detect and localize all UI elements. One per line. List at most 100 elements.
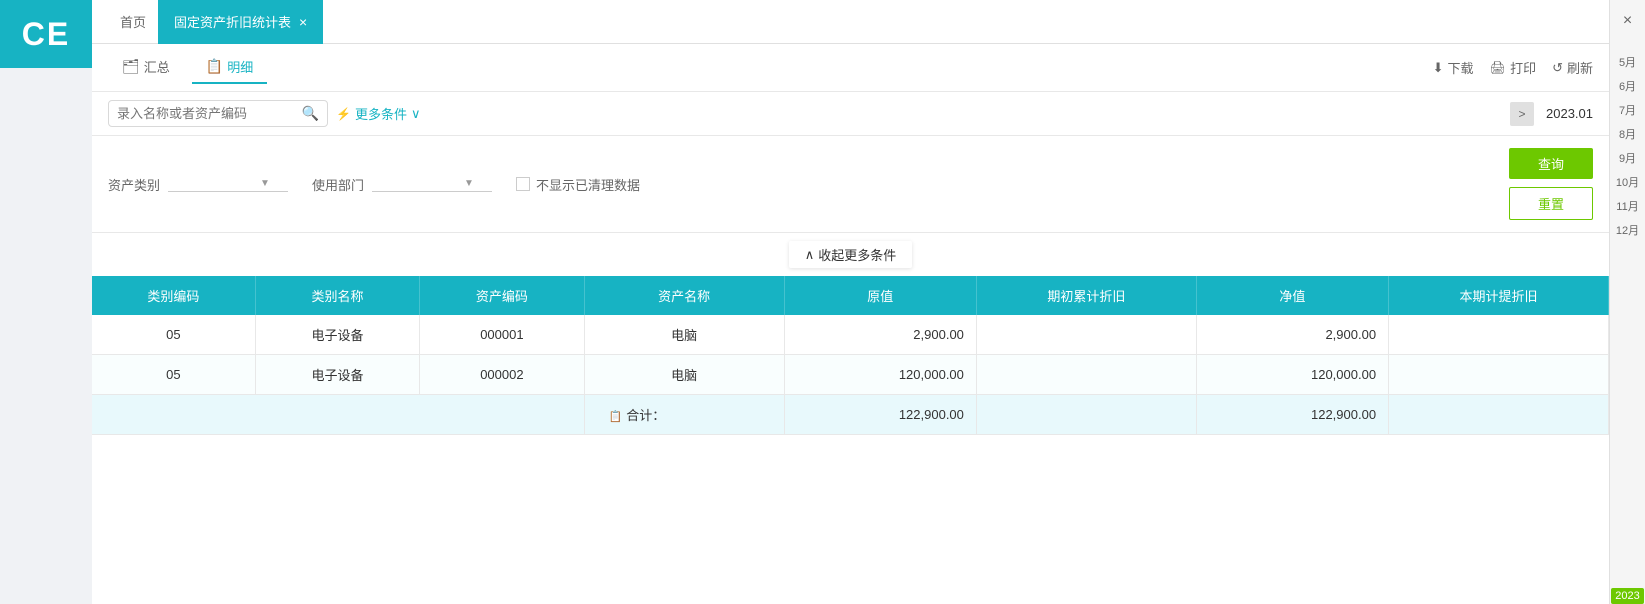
sidebar-month-item[interactable]: 11月 xyxy=(1616,194,1639,218)
cell-net-value: 2,900.00 xyxy=(1196,315,1388,355)
right-sidebar: × 5月6月7月8月9月10月11月12月 2023 xyxy=(1609,0,1645,604)
hide-cleared-label: 不显示已清理数据 xyxy=(536,175,640,194)
reset-button[interactable]: 重置 xyxy=(1509,187,1593,220)
toolbar-tabs: 🗂 汇总 📋 明细 xyxy=(108,51,267,84)
total-net-value: 122,900.00 xyxy=(1196,395,1388,435)
print-label: 打印 xyxy=(1510,58,1536,77)
tab-detail-label: 明细 xyxy=(227,57,253,76)
table-header-row: 类别编码 类别名称 资产编码 资产名称 原值 期初累计折旧 净值 本期计提折旧 xyxy=(92,276,1609,315)
col-net-value: 净值 xyxy=(1196,276,1388,315)
total-row: 📋合计： 122,900.00 122,900.00 xyxy=(92,395,1609,435)
col-category-name: 类别名称 xyxy=(255,276,419,315)
sidebar-month-item[interactable]: 6月 xyxy=(1616,74,1639,98)
tab-detail[interactable]: 📋 明细 xyxy=(192,51,267,84)
date-display: 2023.01 xyxy=(1546,106,1593,121)
chevron-down-icon: ∨ xyxy=(411,106,421,122)
active-tab[interactable]: 固定资产折旧统计表 × xyxy=(158,0,323,44)
total-icon-cell xyxy=(92,395,584,435)
tab-summary[interactable]: 🗂 汇总 xyxy=(108,51,184,84)
query-button[interactable]: 查询 xyxy=(1509,148,1593,179)
search-bar: 🔍 ⚡ 更多条件 ∨ > 2023.01 xyxy=(92,92,1609,136)
total-original-value: 122,900.00 xyxy=(784,395,976,435)
cell-net-value: 120,000.00 xyxy=(1196,355,1388,395)
sidebar-month-item[interactable]: 9月 xyxy=(1616,146,1639,170)
print-action[interactable]: 🖨 打印 xyxy=(1490,58,1537,77)
data-table: 类别编码 类别名称 资产编码 资产名称 原值 期初累计折旧 净值 本期计提折旧 xyxy=(92,276,1609,435)
cell-current-depreciation xyxy=(1389,355,1609,395)
more-conditions-label: 更多条件 xyxy=(355,104,407,123)
col-category-code: 类别编码 xyxy=(92,276,255,315)
table-row: 05 电子设备 000002 电脑 120,000.00 120,000.00 xyxy=(92,355,1609,395)
department-filter: 使用部门 ▼ xyxy=(312,175,492,194)
cell-asset-code: 000002 xyxy=(420,355,584,395)
toolbar: 🗂 汇总 📋 明细 ⬇ 下载 🖨 打印 xyxy=(92,44,1609,92)
asset-type-label: 资产类别 xyxy=(108,175,160,194)
sidebar-month-item[interactable]: 10月 xyxy=(1616,170,1639,194)
filter-buttons: 查询 重置 xyxy=(1509,148,1593,220)
sidebar-month-item[interactable]: 7月 xyxy=(1616,98,1639,122)
logo-area: CE xyxy=(0,0,92,68)
download-label: 下载 xyxy=(1448,58,1474,77)
sidebar-close-icon[interactable]: × xyxy=(1623,0,1632,42)
table-body: 05 电子设备 000001 电脑 2,900.00 2,900.00 05 电… xyxy=(92,315,1609,435)
col-asset-name: 资产名称 xyxy=(584,276,784,315)
top-nav: 首页 固定资产折旧统计表 × xyxy=(92,0,1609,44)
cell-initial-depreciation xyxy=(976,355,1196,395)
total-label: 📋合计： xyxy=(584,395,784,435)
total-current-depreciation xyxy=(1389,395,1609,435)
date-nav-arrow[interactable]: > xyxy=(1510,102,1534,126)
sidebar-month-item[interactable]: 8月 xyxy=(1616,122,1639,146)
sidebar-months: 5月6月7月8月9月10月11月12月 xyxy=(1616,42,1639,584)
nav-home[interactable]: 首页 xyxy=(108,12,158,31)
asset-type-select[interactable]: ▼ xyxy=(168,176,288,192)
filter-panel: 资产类别 ▼ 使用部门 ▼ xyxy=(92,136,1609,233)
collapse-row: ∧ 收起更多条件 xyxy=(92,233,1609,276)
cell-asset-name: 电脑 xyxy=(584,355,784,395)
sidebar-month-item[interactable]: 5月 xyxy=(1616,50,1639,74)
col-current-depreciation: 本期计提折旧 xyxy=(1389,276,1609,315)
toolbar-actions: ⬇ 下载 🖨 打印 ↺ 刷新 xyxy=(1433,58,1593,77)
cell-initial-depreciation xyxy=(976,315,1196,355)
summary-icon: 🗂 xyxy=(122,58,140,75)
more-conditions-toggle[interactable]: ⚡ 更多条件 ∨ xyxy=(336,104,420,123)
table-wrapper: 类别编码 类别名称 资产编码 资产名称 原值 期初累计折旧 净值 本期计提折旧 xyxy=(92,276,1609,604)
download-icon: ⬇ xyxy=(1433,60,1444,76)
col-asset-code: 资产编码 xyxy=(420,276,584,315)
filter-row: 资产类别 ▼ 使用部门 ▼ xyxy=(108,148,1593,220)
hide-cleared-group: 不显示已清理数据 xyxy=(516,175,640,194)
asset-type-filter: 资产类别 ▼ xyxy=(108,175,288,194)
cell-original-value: 120,000.00 xyxy=(784,355,976,395)
search-input[interactable] xyxy=(117,106,302,121)
tab-label: 固定资产折旧统计表 xyxy=(174,12,291,31)
total-initial-depreciation xyxy=(976,395,1196,435)
refresh-icon: ↺ xyxy=(1552,60,1563,76)
detail-icon: 📋 xyxy=(206,58,223,75)
col-original-value: 原值 xyxy=(784,276,976,315)
cell-asset-code: 000001 xyxy=(420,315,584,355)
refresh-label: 刷新 xyxy=(1567,58,1593,77)
cell-original-value: 2,900.00 xyxy=(784,315,976,355)
search-input-wrapper: 🔍 xyxy=(108,100,328,127)
year-badge[interactable]: 2023 xyxy=(1611,588,1643,604)
tab-summary-label: 汇总 xyxy=(144,57,170,76)
department-select[interactable]: ▼ xyxy=(372,176,492,192)
logo-text: CE xyxy=(22,16,70,53)
asset-type-arrow: ▼ xyxy=(260,178,270,189)
cell-category-code: 05 xyxy=(92,355,255,395)
print-icon: 🖨 xyxy=(1490,60,1507,76)
department-label: 使用部门 xyxy=(312,175,364,194)
table-row: 05 电子设备 000001 电脑 2,900.00 2,900.00 xyxy=(92,315,1609,355)
cell-category-name: 电子设备 xyxy=(255,315,419,355)
filter-icon: ⚡ xyxy=(336,107,351,121)
sidebar-month-item[interactable]: 12月 xyxy=(1616,218,1639,242)
refresh-action[interactable]: ↺ 刷新 xyxy=(1552,58,1593,77)
cell-category-name: 电子设备 xyxy=(255,355,419,395)
cell-current-depreciation xyxy=(1389,315,1609,355)
tab-close-button[interactable]: × xyxy=(299,14,307,30)
department-arrow: ▼ xyxy=(464,178,474,189)
hide-cleared-checkbox[interactable] xyxy=(516,177,530,191)
collapse-button[interactable]: ∧ 收起更多条件 xyxy=(789,241,913,268)
download-action[interactable]: ⬇ 下载 xyxy=(1433,58,1474,77)
cell-category-code: 05 xyxy=(92,315,255,355)
collapse-label: 收起更多条件 xyxy=(818,245,896,264)
